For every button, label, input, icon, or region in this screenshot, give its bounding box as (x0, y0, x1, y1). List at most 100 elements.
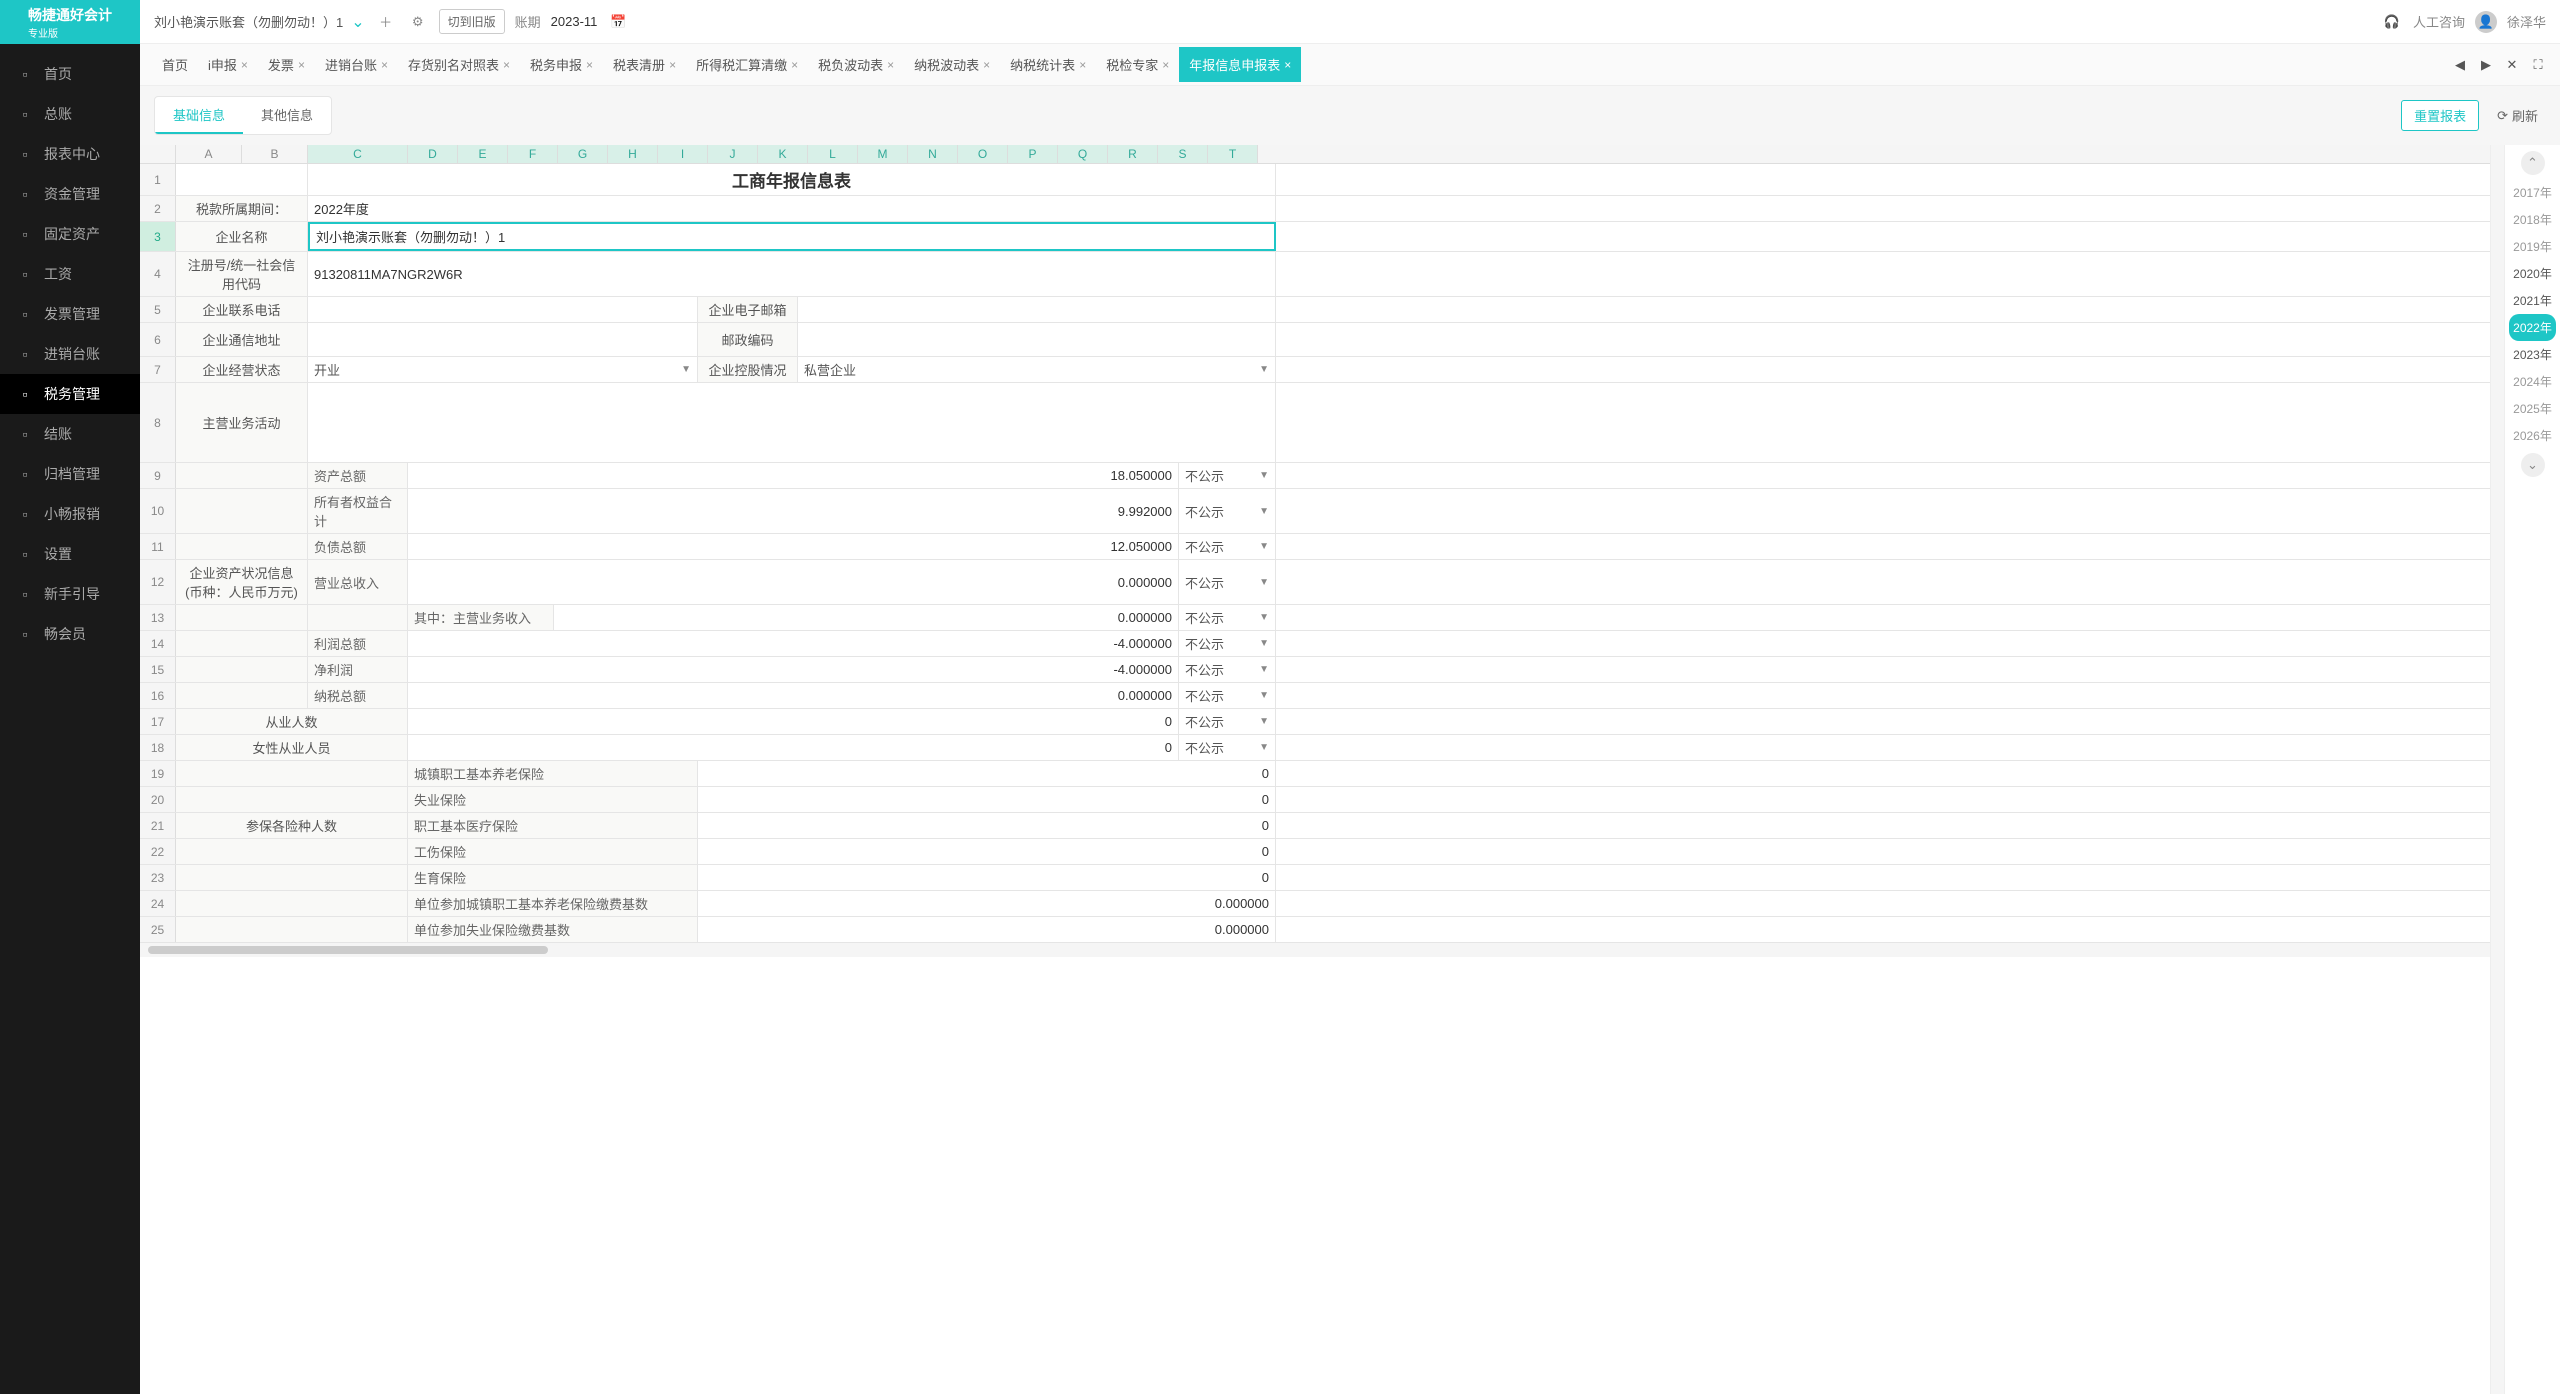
year-2023年[interactable]: 2023年 (2509, 341, 2556, 368)
cell[interactable] (798, 323, 1276, 356)
col-header[interactable]: O (958, 145, 1008, 163)
year-2021年[interactable]: 2021年 (2509, 287, 2556, 314)
tab-next-icon[interactable]: ▶ (2476, 57, 2496, 73)
col-header[interactable]: A (176, 145, 242, 163)
cell[interactable]: 不公示▼ (1179, 489, 1276, 533)
row-header[interactable]: 19 (140, 761, 176, 786)
close-icon[interactable]: × (586, 58, 593, 72)
row-header[interactable]: 13 (140, 605, 176, 630)
cell[interactable]: 0 (698, 865, 1276, 890)
col-header[interactable]: Q (1058, 145, 1108, 163)
account-selector[interactable]: 刘小艳演示账套（勿删勿动！）1 ⌄ (154, 12, 365, 32)
close-icon[interactable]: × (1079, 58, 1086, 72)
nav-chart[interactable]: ▫报表中心 (0, 134, 140, 174)
cell[interactable]: 不公示▼ (1179, 534, 1276, 559)
tab-年报信息申报表[interactable]: 年报信息申报表× (1179, 47, 1301, 82)
cell[interactable]: 0.000000 (408, 560, 1179, 604)
cell[interactable]: 0 (698, 761, 1276, 786)
close-icon[interactable]: × (503, 58, 510, 72)
cell[interactable] (176, 164, 308, 195)
tab-prev-icon[interactable]: ◀ (2450, 57, 2470, 73)
cell[interactable] (308, 383, 1276, 462)
col-header[interactable]: D (408, 145, 458, 163)
cell[interactable]: 不公示▼ (1179, 657, 1276, 682)
row-header[interactable]: 25 (140, 917, 176, 942)
cell[interactable] (308, 297, 698, 322)
cell[interactable]: 不公示▼ (1179, 631, 1276, 656)
tab-纳税波动表[interactable]: 纳税波动表× (904, 47, 1000, 82)
nav-guide[interactable]: ▫新手引导 (0, 574, 140, 614)
row-header[interactable]: 15 (140, 657, 176, 682)
tab-纳税统计表[interactable]: 纳税统计表× (1000, 47, 1096, 82)
row-header[interactable]: 4 (140, 252, 176, 296)
cell[interactable]: 不公示▼ (1179, 605, 1276, 630)
row-header[interactable]: 23 (140, 865, 176, 890)
avatar[interactable]: 👤 (2475, 11, 2497, 33)
row-header[interactable]: 11 (140, 534, 176, 559)
row-header[interactable]: 16 (140, 683, 176, 708)
close-icon[interactable]: × (381, 58, 388, 72)
col-header[interactable]: R (1108, 145, 1158, 163)
cell[interactable]: 0.000000 (408, 683, 1179, 708)
col-header[interactable]: B (242, 145, 308, 163)
row-header[interactable]: 22 (140, 839, 176, 864)
nav-wage[interactable]: ▫工资 (0, 254, 140, 294)
tab-i申报[interactable]: i申报× (198, 47, 258, 82)
add-icon[interactable]: ＋ (375, 11, 397, 33)
vertical-scrollbar[interactable] (2490, 145, 2504, 1394)
year-up-icon[interactable]: ⌃ (2521, 151, 2545, 175)
col-header[interactable]: F (508, 145, 558, 163)
year-2022年[interactable]: 2022年 (2509, 314, 2556, 341)
holding-select[interactable]: 私营企业▼ (798, 357, 1276, 382)
row-header[interactable]: 5 (140, 297, 176, 322)
nav-invoice[interactable]: ▫发票管理 (0, 294, 140, 334)
cell[interactable]: 0 (408, 709, 1179, 734)
close-icon[interactable]: × (791, 58, 798, 72)
row-header[interactable]: 18 (140, 735, 176, 760)
year-down-icon[interactable]: ⌄ (2521, 453, 2545, 477)
tab-税检专家[interactable]: 税检专家× (1096, 47, 1179, 82)
cell[interactable]: 18.050000 (408, 463, 1179, 488)
company-name-cell[interactable]: 刘小艳演示账套（勿删勿动！）1 (308, 222, 1276, 251)
tab-存货别名对照表[interactable]: 存货别名对照表× (398, 47, 520, 82)
tab-进销台账[interactable]: 进销台账× (315, 47, 398, 82)
year-2020年[interactable]: 2020年 (2509, 260, 2556, 287)
close-icon[interactable]: × (1284, 58, 1291, 72)
col-header[interactable]: L (808, 145, 858, 163)
subtab-basic[interactable]: 基础信息 (155, 97, 243, 134)
refresh-button[interactable]: ⟳ 刷新 (2489, 100, 2546, 131)
nav-home[interactable]: ▫首页 (0, 54, 140, 94)
spreadsheet[interactable]: ABCDEFGHIJKLMNOPQRST 1工商年报信息表2税款所属期间：202… (140, 145, 2490, 1394)
col-header[interactable]: E (458, 145, 508, 163)
col-header[interactable]: C (308, 145, 408, 163)
col-header[interactable]: H (608, 145, 658, 163)
cell[interactable]: 0.000000 (698, 891, 1276, 916)
cell[interactable] (798, 297, 1276, 322)
cell[interactable]: 不公示▼ (1179, 463, 1276, 488)
cell[interactable]: 0.000000 (698, 917, 1276, 942)
cell[interactable]: 0 (698, 813, 1276, 838)
close-icon[interactable]: × (669, 58, 676, 72)
cell[interactable]: 0.000000 (554, 605, 1179, 630)
close-icon[interactable]: × (983, 58, 990, 72)
cell[interactable]: 不公示▼ (1179, 560, 1276, 604)
cell[interactable]: 0 (408, 735, 1179, 760)
period-value[interactable]: 2022年度 (308, 196, 1276, 221)
col-header[interactable]: S (1158, 145, 1208, 163)
col-header[interactable]: M (858, 145, 908, 163)
row-header[interactable]: 7 (140, 357, 176, 382)
close-icon[interactable]: × (1162, 58, 1169, 72)
row-header[interactable]: 12 (140, 560, 176, 604)
row-header[interactable]: 10 (140, 489, 176, 533)
tab-发票[interactable]: 发票× (258, 47, 315, 82)
tab-close-all-icon[interactable]: ✕ (2502, 57, 2522, 73)
nav-gear[interactable]: ▫设置 (0, 534, 140, 574)
tab-所得税汇算清缴[interactable]: 所得税汇算清缴× (686, 47, 808, 82)
nav-io[interactable]: ▫进销台账 (0, 334, 140, 374)
row-header[interactable]: 9 (140, 463, 176, 488)
cell[interactable]: -4.000000 (408, 631, 1179, 656)
row-header[interactable]: 3 (140, 222, 176, 251)
nav-tax[interactable]: ▫税务管理 (0, 374, 140, 414)
period-value[interactable]: 2023-11 (551, 14, 598, 29)
row-header[interactable]: 8 (140, 383, 176, 462)
